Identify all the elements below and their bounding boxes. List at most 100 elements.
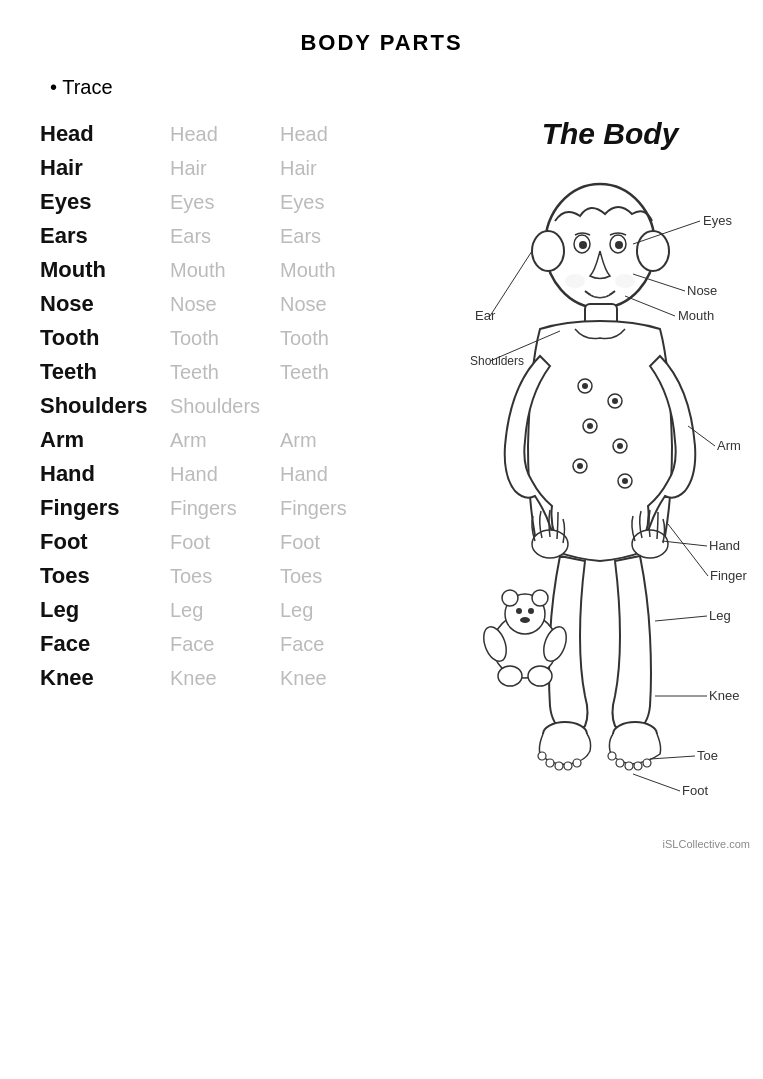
- word-bold-hand: Hand: [40, 461, 170, 487]
- word-row: ToothToothTooth: [40, 321, 460, 355]
- word-row: FaceFaceFace: [40, 627, 460, 661]
- svg-text:Nose: Nose: [687, 283, 717, 298]
- word-row: ShouldersShoulders: [40, 389, 460, 423]
- word-trace1-foot: Foot: [170, 531, 280, 554]
- word-bold-teeth: Teeth: [40, 359, 170, 385]
- svg-point-16: [587, 423, 593, 429]
- svg-point-14: [612, 398, 618, 404]
- svg-point-26: [538, 752, 546, 760]
- word-row: FootFootFoot: [40, 525, 460, 559]
- word-trace1-shoulders: Shoulders: [170, 395, 280, 418]
- word-bold-knee: Knee: [40, 665, 170, 691]
- word-trace1-teeth: Teeth: [170, 361, 280, 384]
- word-row: HandHandHand: [40, 457, 460, 491]
- word-bold-head: Head: [40, 121, 170, 147]
- word-trace1-eyes: Eyes: [170, 191, 280, 214]
- svg-point-41: [516, 608, 522, 614]
- word-trace1-nose: Nose: [170, 293, 280, 316]
- svg-text:Finger: Finger: [710, 568, 748, 583]
- word-trace2-ears: Ears: [280, 225, 390, 248]
- word-bold-arm: Arm: [40, 427, 170, 453]
- word-trace1-knee: Knee: [170, 667, 280, 690]
- svg-point-42: [528, 608, 534, 614]
- word-bold-fingers: Fingers: [40, 495, 170, 521]
- svg-text:Mouth: Mouth: [678, 308, 714, 323]
- word-row: ToesToesToes: [40, 559, 460, 593]
- svg-point-7: [615, 241, 623, 249]
- svg-text:Shoulders: Shoulders: [470, 354, 524, 368]
- svg-point-43: [520, 617, 530, 623]
- svg-point-30: [573, 759, 581, 767]
- word-row: EarsEarsEars: [40, 219, 460, 253]
- word-trace1-hand: Hand: [170, 463, 280, 486]
- credit-text: iSLCollective.com: [470, 838, 750, 850]
- word-bold-face: Face: [40, 631, 170, 657]
- word-row: KneeKneeKnee: [40, 661, 460, 695]
- word-bold-mouth: Mouth: [40, 257, 170, 283]
- word-trace2-knee: Knee: [280, 667, 390, 690]
- svg-text:Eyes: Eyes: [703, 213, 732, 228]
- svg-point-18: [617, 443, 623, 449]
- page-title: BODY PARTS: [40, 30, 723, 56]
- word-trace2-leg: Leg: [280, 599, 390, 622]
- word-trace1-ears: Ears: [170, 225, 280, 248]
- word-trace2-nose: Nose: [280, 293, 390, 316]
- word-trace1-toes: Toes: [170, 565, 280, 588]
- svg-point-34: [625, 762, 633, 770]
- word-trace1-face: Face: [170, 633, 280, 656]
- word-trace2-mouth: Mouth: [280, 259, 390, 282]
- word-row: EyesEyesEyes: [40, 185, 460, 219]
- svg-point-12: [582, 383, 588, 389]
- body-diagram-area: The Body: [460, 117, 750, 850]
- word-trace2-arm: Arm: [280, 429, 390, 452]
- word-bold-leg: Leg: [40, 597, 170, 623]
- word-trace2-foot: Foot: [280, 531, 390, 554]
- svg-point-22: [622, 478, 628, 484]
- svg-point-27: [546, 759, 554, 767]
- word-row: HeadHeadHead: [40, 117, 460, 151]
- word-bold-eyes: Eyes: [40, 189, 170, 215]
- word-trace1-hair: Hair: [170, 157, 280, 180]
- word-trace1-arm: Arm: [170, 429, 280, 452]
- svg-text:Hand: Hand: [709, 538, 740, 553]
- svg-point-8: [565, 274, 585, 288]
- word-bold-ears: Ears: [40, 223, 170, 249]
- svg-point-9: [615, 274, 635, 288]
- svg-text:Knee: Knee: [709, 688, 739, 703]
- svg-text:Toe: Toe: [697, 748, 718, 763]
- svg-point-46: [498, 666, 522, 686]
- word-trace2-head: Head: [280, 123, 390, 146]
- word-row: FingersFingersFingers: [40, 491, 460, 525]
- word-bold-hair: Hair: [40, 155, 170, 181]
- word-trace1-mouth: Mouth: [170, 259, 280, 282]
- word-trace2-fingers: Fingers: [280, 497, 390, 520]
- svg-point-35: [634, 762, 642, 770]
- word-trace2-toes: Toes: [280, 565, 390, 588]
- word-trace2-eyes: Eyes: [280, 191, 390, 214]
- svg-point-33: [616, 759, 624, 767]
- word-row: ArmArmArm: [40, 423, 460, 457]
- svg-point-40: [532, 590, 548, 606]
- word-list: HeadHeadHeadHairHairHairEyesEyesEyesEars…: [40, 117, 460, 695]
- svg-text:Ear: Ear: [475, 308, 496, 323]
- word-trace2-tooth: Tooth: [280, 327, 390, 350]
- body-diagram-svg: Eyes Nose Mouth Ear Shoulders Arm Hand F…: [470, 156, 750, 836]
- svg-point-29: [564, 762, 572, 770]
- word-row: TeethTeethTeeth: [40, 355, 460, 389]
- svg-point-28: [555, 762, 563, 770]
- word-bold-foot: Foot: [40, 529, 170, 555]
- bullet-trace: • Trace: [50, 76, 723, 99]
- svg-text:Leg: Leg: [709, 608, 731, 623]
- word-row: MouthMouthMouth: [40, 253, 460, 287]
- word-row: HairHairHair: [40, 151, 460, 185]
- svg-point-47: [528, 666, 552, 686]
- word-trace2-teeth: Teeth: [280, 361, 390, 384]
- svg-point-20: [577, 463, 583, 469]
- svg-text:Foot: Foot: [682, 783, 708, 798]
- word-trace1-head: Head: [170, 123, 280, 146]
- word-bold-nose: Nose: [40, 291, 170, 317]
- word-trace2-hair: Hair: [280, 157, 390, 180]
- word-trace1-tooth: Tooth: [170, 327, 280, 350]
- word-trace1-fingers: Fingers: [170, 497, 280, 520]
- svg-text:Arm: Arm: [717, 438, 741, 453]
